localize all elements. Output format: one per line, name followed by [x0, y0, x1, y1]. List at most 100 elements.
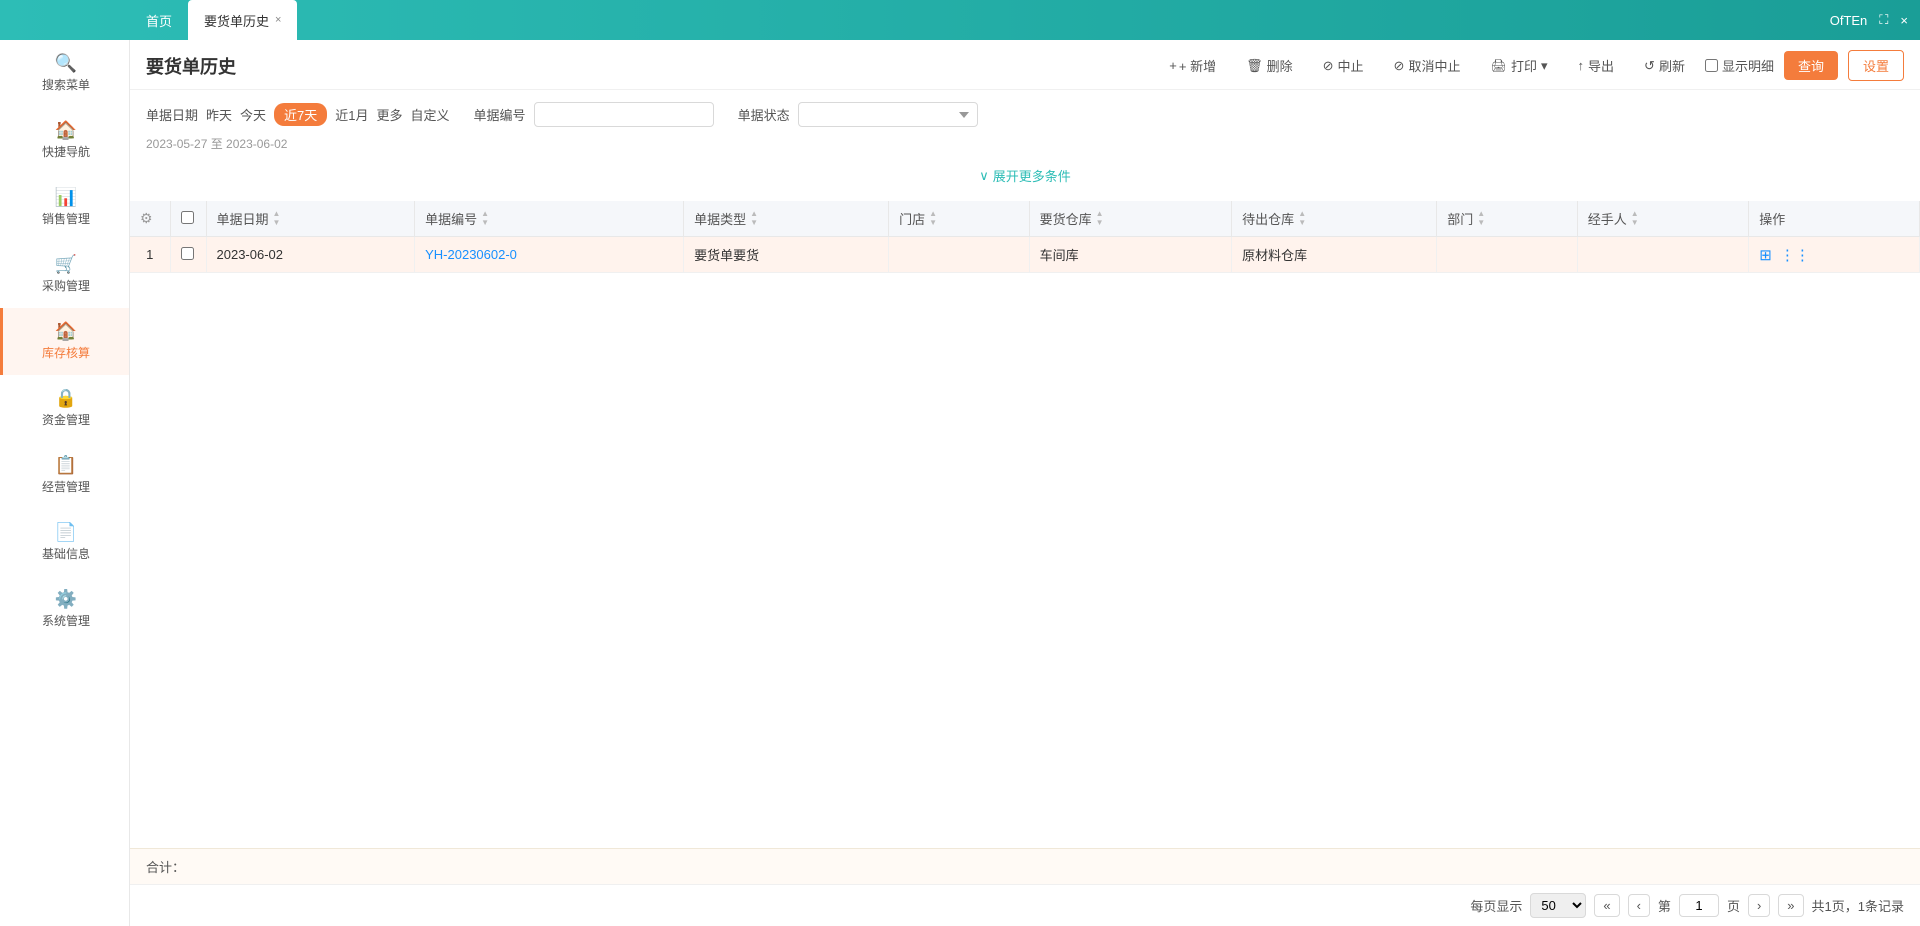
last-page-button[interactable]: » — [1778, 894, 1803, 917]
td-check — [170, 237, 206, 273]
stop-label: 中止 — [1338, 56, 1364, 75]
brand-label: OfTEn — [1830, 13, 1868, 28]
row-doc-type: 要货单要货 — [694, 248, 759, 263]
select-all-checkbox[interactable] — [181, 211, 194, 224]
th-action-label: 操作 — [1759, 212, 1785, 227]
column-setting-icon[interactable]: ⚙ — [140, 210, 153, 226]
expand-down-icon: ∨ — [979, 168, 989, 184]
basic-info-icon: 📄 — [55, 523, 77, 541]
sidebar-item-operations[interactable]: 📋 经营管理 — [0, 442, 129, 509]
display-detail-text: 显示明细 — [1722, 56, 1774, 75]
th-require-warehouse: 要货仓库 ▲▼ — [1029, 201, 1232, 237]
next-page-button[interactable]: › — [1748, 894, 1770, 917]
main-layout: 🔍 搜索菜单 🏠 快捷导航 📊 销售管理 🛒 采购管理 🏠 库存核算 🔒 资金管… — [0, 40, 1920, 926]
shortcut-7days[interactable]: 近7天 — [274, 103, 327, 126]
sidebar-label-operations: 经营管理 — [42, 478, 90, 495]
cancel-stop-button[interactable]: ⊘ 取消中止 — [1384, 51, 1471, 80]
td-handler — [1577, 237, 1749, 273]
shortcut-more[interactable]: 更多 — [377, 105, 403, 124]
date-filter-group: 单据日期 昨天 今天 近7天 近1月 更多 自定义 — [146, 103, 450, 126]
tab-requisition-history[interactable]: 要货单历史 × — [188, 0, 297, 40]
edit-icon[interactable]: ⋮⋮ — [1780, 246, 1810, 264]
th-setting: ⚙ — [130, 201, 170, 237]
close-window-icon[interactable]: × — [1900, 13, 1908, 28]
th-department-sort[interactable]: ▲▼ — [1477, 210, 1485, 228]
td-action: ⊞ ⋮⋮ — [1749, 237, 1920, 273]
export-button[interactable]: ↑ 导出 — [1568, 51, 1625, 80]
delete-button[interactable]: 🗑 删除 — [1236, 51, 1303, 80]
td-department — [1437, 237, 1578, 273]
tab-home-label: 首页 — [146, 11, 172, 30]
td-num: 1 — [130, 237, 170, 273]
sidebar-item-inventory[interactable]: 🏠 库存核算 — [0, 308, 129, 375]
shortcut-1month[interactable]: 近1月 — [335, 105, 368, 124]
settings-button[interactable]: 设置 — [1848, 50, 1904, 81]
sidebar-label-purchase: 采购管理 — [42, 277, 90, 294]
sidebar-item-finance[interactable]: 🔒 资金管理 — [0, 375, 129, 442]
status-label: 单据状态 — [738, 105, 790, 124]
th-handler-sort[interactable]: ▲▼ — [1631, 210, 1639, 228]
purchase-icon: 🛒 — [55, 255, 77, 273]
th-handler-label: 经手人 — [1588, 209, 1627, 228]
shortcut-custom[interactable]: 自定义 — [411, 105, 450, 124]
top-bar: 首页 要货单历史 × OfTEn ⛶ × — [0, 0, 1920, 40]
print-button[interactable]: 🖨 打印 ▾ — [1480, 51, 1557, 80]
sidebar-label-search: 搜索菜单 — [42, 76, 90, 93]
query-button[interactable]: 查询 — [1784, 51, 1838, 80]
finance-icon: 🔒 — [55, 389, 77, 407]
sidebar-label-quick-nav: 快捷导航 — [42, 143, 90, 160]
stop-button[interactable]: ⊘ 中止 — [1313, 51, 1374, 80]
shortcut-today[interactable]: 今天 — [240, 105, 266, 124]
total-info: 共1页，1条记录 — [1812, 896, 1904, 915]
doc-number-link[interactable]: YH-20230602-0 — [425, 247, 517, 262]
sidebar-item-system[interactable]: ⚙️ 系统管理 — [0, 576, 129, 643]
th-store-sort[interactable]: ▲▼ — [929, 210, 937, 228]
row-checkbox[interactable] — [181, 247, 194, 260]
th-doc-number-sort[interactable]: ▲▼ — [481, 210, 489, 228]
sidebar-item-search-menu[interactable]: 🔍 搜索菜单 — [0, 40, 129, 107]
display-detail-checkbox[interactable] — [1705, 59, 1718, 72]
sidebar-item-basic-info[interactable]: 📄 基础信息 — [0, 509, 129, 576]
tab-home[interactable]: 首页 — [130, 0, 188, 40]
th-doc-number-label: 单据编号 — [425, 209, 477, 228]
prev-page-button[interactable]: ‹ — [1628, 894, 1650, 917]
first-page-button[interactable]: « — [1594, 894, 1619, 917]
expand-button[interactable]: ∨ 展开更多条件 — [979, 162, 1071, 189]
delete-label: 删除 — [1267, 56, 1293, 75]
th-date-sort[interactable]: ▲▼ — [273, 210, 281, 228]
display-detail: 显示明细 — [1705, 56, 1774, 75]
data-table: ⚙ 单据日期 ▲▼ 单据编号 — [130, 201, 1920, 273]
fullscreen-icon[interactable]: ⛶ — [1879, 12, 1888, 28]
th-out-warehouse-sort[interactable]: ▲▼ — [1298, 210, 1306, 228]
search-menu-icon: 🔍 — [55, 54, 77, 72]
shortcut-yesterday[interactable]: 昨天 — [206, 105, 232, 124]
th-doc-type: 单据类型 ▲▼ — [684, 201, 889, 237]
content-area: 要货单历史 + + 新增 🗑 删除 ⊘ 中止 ⊘ 取消中止 — [130, 40, 1920, 926]
cancel-stop-label: 取消中止 — [1408, 56, 1460, 75]
tab-close-icon[interactable]: × — [275, 14, 281, 26]
th-require-warehouse-sort[interactable]: ▲▼ — [1096, 210, 1104, 228]
page-jump-suffix: 页 — [1727, 896, 1740, 915]
row-date: 2023-06-02 — [217, 247, 284, 262]
doc-number-input[interactable] — [534, 102, 714, 127]
refresh-button[interactable]: ↺ 刷新 — [1634, 51, 1695, 80]
delete-icon: 🗑 — [1246, 58, 1263, 74]
th-action: 操作 — [1749, 201, 1920, 237]
page-title: 要货单历史 — [146, 53, 236, 79]
sidebar-item-quick-nav[interactable]: 🏠 快捷导航 — [0, 107, 129, 174]
settings-label: 设置 — [1863, 59, 1889, 74]
page-jump-prefix: 第 — [1658, 896, 1671, 915]
th-doc-type-sort[interactable]: ▲▼ — [750, 210, 758, 228]
sidebar-item-purchase[interactable]: 🛒 采购管理 — [0, 241, 129, 308]
sidebar-item-sales[interactable]: 📊 销售管理 — [0, 174, 129, 241]
view-icon[interactable]: ⊞ — [1759, 246, 1772, 264]
status-select[interactable] — [798, 102, 978, 127]
td-store — [889, 237, 1030, 273]
th-department-label: 部门 — [1447, 209, 1473, 228]
new-button[interactable]: + + 新增 — [1159, 51, 1226, 80]
filter-area: 单据日期 昨天 今天 近7天 近1月 更多 自定义 单据编号 — [130, 90, 1920, 201]
table-summary: 合计： — [130, 848, 1920, 884]
page-size-select[interactable]: 20 50 100 200 — [1530, 893, 1586, 918]
operations-icon: 📋 — [55, 456, 77, 474]
page-input[interactable] — [1679, 894, 1719, 917]
